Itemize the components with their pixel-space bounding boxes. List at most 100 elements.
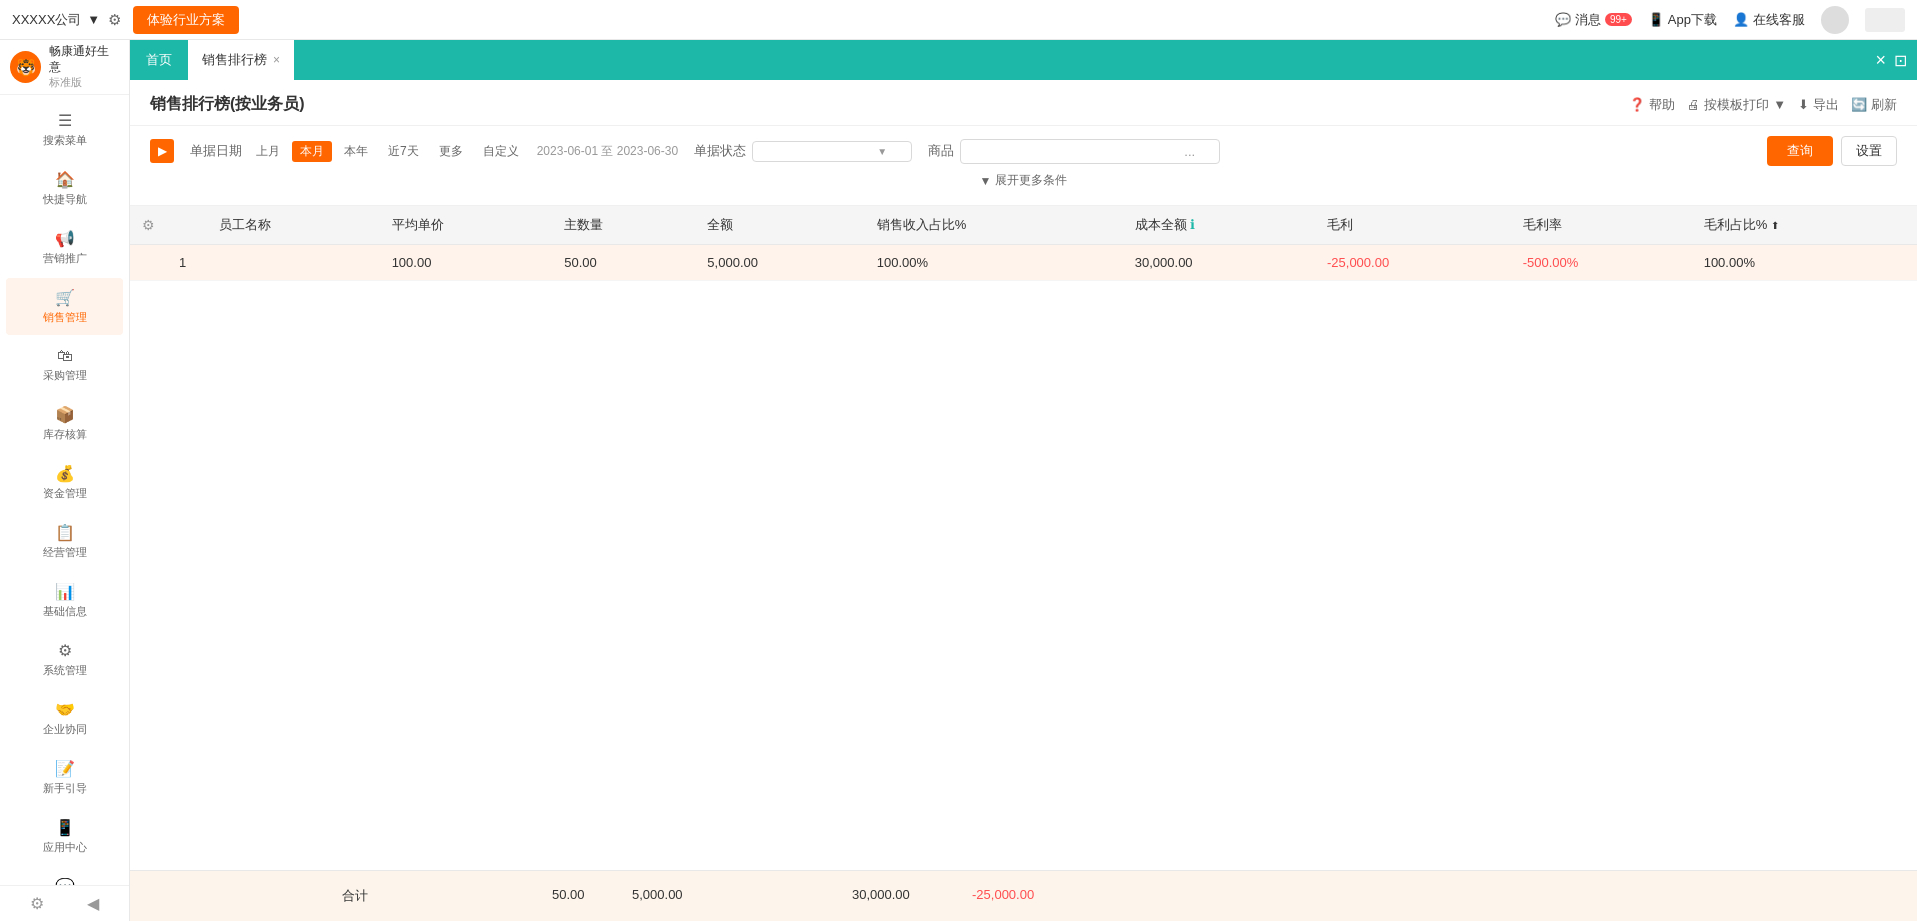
sidebar: 🐯 畅康通好生意 标准版 ☰ 搜索菜单 🏠 快捷导航 📢 营销推广 🛒 销售管理 <box>0 40 130 921</box>
finance-icon: 💰 <box>55 464 75 483</box>
window-restore-icon[interactable]: ⊡ <box>1894 51 1907 70</box>
company-name: XXXXX公司 <box>12 11 81 29</box>
help-button[interactable]: ❓ 帮助 <box>1629 96 1675 114</box>
table-row: 1 100.00 50.00 5,000.00 100.00% 30,000.0… <box>130 245 1917 281</box>
col-header-avg-price: 平均单价 <box>380 206 553 245</box>
footer-gross-profit: -25,000.00 <box>960 881 1060 911</box>
footer-cost-amount: 30,000.00 <box>840 881 960 911</box>
date-tab-custom[interactable]: 自定义 <box>475 141 527 162</box>
sidebar-bottom: ⚙ ◀ <box>0 885 129 921</box>
refresh-button[interactable]: 🔄 刷新 <box>1851 96 1897 114</box>
col-header-gross-pct: 毛利占比% ⬆ <box>1692 206 1917 245</box>
status-select[interactable]: ▼ <box>752 141 912 162</box>
enterprise-wechat-icon: 💬 <box>55 877 75 885</box>
expand-more-arrow-icon: ▼ <box>980 174 992 188</box>
cell-amount: 5,000.00 <box>695 245 864 281</box>
date-tab-this-month[interactable]: 本月 <box>292 141 332 162</box>
sidebar-item-quick-nav[interactable]: 🏠 快捷导航 <box>6 160 123 217</box>
tab-sales-ranking-label: 销售排行榜 <box>202 51 267 69</box>
company-arrow-icon: ▼ <box>87 12 100 27</box>
footer-sales-pct <box>720 881 840 911</box>
sidebar-item-search-order[interactable]: ☰ 搜索菜单 <box>6 101 123 158</box>
filter-area: ▶ 单据日期 上月 本月 本年 近7天 更多 自定义 2023- <box>130 126 1917 206</box>
sidebar-item-purchase-mgmt[interactable]: 🛍 采购管理 <box>6 337 123 393</box>
tab-close-icon[interactable]: × <box>273 53 280 67</box>
inventory-label: 库存核算 <box>43 427 87 442</box>
template-print-button[interactable]: 🖨 按模板打印 ▼ <box>1687 96 1786 114</box>
footer-row: 合计 50.00 5,000.00 30,000.00 -25,000.00 <box>130 881 1917 911</box>
sidebar-item-operations[interactable]: 📋 经营管理 <box>6 513 123 570</box>
sidebar-item-app-center[interactable]: 📱 应用中心 <box>6 808 123 865</box>
sidebar-item-enterprise-wechat[interactable]: 💬 企业微信 <box>6 867 123 885</box>
query-button[interactable]: 查询 <box>1767 136 1833 166</box>
print-icon: 🖨 <box>1687 97 1700 112</box>
goods-more-icon[interactable]: ... <box>1184 144 1195 159</box>
sales-mgmt-icon: 🛒 <box>55 288 75 307</box>
collapse-sidebar-icon[interactable]: ◀ <box>87 894 99 913</box>
guide-label: 新手引导 <box>43 781 87 796</box>
message-button[interactable]: 💬 消息 99+ <box>1555 11 1632 29</box>
user-name-area <box>1865 8 1905 32</box>
system-mgmt-label: 系统管理 <box>43 663 87 678</box>
date-tab-last-month[interactable]: 上月 <box>248 141 288 162</box>
sidebar-item-finance[interactable]: 💰 资金管理 <box>6 454 123 511</box>
expand-more-label: 展开更多条件 <box>995 172 1067 189</box>
date-tab-7days[interactable]: 近7天 <box>380 141 427 162</box>
date-tab-this-year[interactable]: 本年 <box>336 141 376 162</box>
app-icon: 📱 <box>1648 12 1664 27</box>
settings-icon[interactable]: ⚙ <box>108 11 121 29</box>
tab-home[interactable]: 首页 <box>130 40 188 80</box>
bottom-settings-icon[interactable]: ⚙ <box>30 894 44 913</box>
export-button[interactable]: ⬇ 导出 <box>1798 96 1839 114</box>
logo-area: 🐯 畅康通好生意 标准版 <box>0 40 129 95</box>
system-mgmt-icon: ⚙ <box>58 641 72 660</box>
content-area: 首页 销售排行榜 × × ⊡ 销售排行榜(按业务员) ❓ 帮助 <box>130 40 1917 921</box>
avatar[interactable] <box>1821 6 1849 34</box>
tab-sales-ranking[interactable]: 销售排行榜 × <box>188 40 294 80</box>
gross-pct-info-icon[interactable]: ⬆ <box>1771 220 1779 231</box>
cell-employee <box>207 245 380 281</box>
sales-mgmt-label: 销售管理 <box>43 310 87 325</box>
goods-select[interactable]: ... <box>960 139 1220 164</box>
search-order-icon: ☰ <box>58 111 72 130</box>
data-table: ⚙ 员工名称 平均单价 主数量 全额 销售收入占比% 成本全额 ℹ 毛利 毛利率… <box>130 206 1917 281</box>
page-content: 销售排行榜(按业务员) ❓ 帮助 🖨 按模板打印 ▼ ⬇ 导出 <box>130 80 1917 921</box>
page-title: 销售排行榜(按业务员) <box>150 94 305 115</box>
cell-avg-price: 100.00 <box>380 245 553 281</box>
sidebar-item-sales-mgmt[interactable]: 🛒 销售管理 <box>6 278 123 335</box>
online-service-button[interactable]: 👤 在线客服 <box>1733 11 1805 29</box>
col-header-sales-pct: 销售收入占比% <box>865 206 1123 245</box>
sidebar-item-guide[interactable]: 📝 新手引导 <box>6 749 123 806</box>
company-selector[interactable]: XXXXX公司 ▼ <box>12 11 100 29</box>
export-label: 导出 <box>1813 96 1839 114</box>
sidebar-item-inventory[interactable]: 📦 库存核算 <box>6 395 123 452</box>
table-header: ⚙ 员工名称 平均单价 主数量 全额 销售收入占比% 成本全额 ℹ 毛利 毛利率… <box>130 206 1917 245</box>
expand-more-button[interactable]: ▼ 展开更多条件 <box>980 172 1068 189</box>
cost-info-icon[interactable]: ℹ <box>1190 217 1195 232</box>
app-center-label: 应用中心 <box>43 840 87 855</box>
footer-amount: 5,000.00 <box>620 881 720 911</box>
message-label: 消息 <box>1575 11 1601 29</box>
sidebar-item-enterprise-collab[interactable]: 🤝 企业协同 <box>6 690 123 747</box>
trial-button[interactable]: 体验行业方案 <box>133 6 239 34</box>
app-download-button[interactable]: 📱 App下载 <box>1648 11 1717 29</box>
sidebar-item-marketing[interactable]: 📢 营销推广 <box>6 219 123 276</box>
filter-expand-arrow[interactable]: ▶ <box>150 139 174 163</box>
col-header-settings[interactable]: ⚙ <box>130 206 167 245</box>
window-close-icon[interactable]: × <box>1875 50 1886 71</box>
footer-main-qty: 50.00 <box>540 881 620 911</box>
footer-total-label: 合计 <box>330 881 460 911</box>
date-tab-more[interactable]: 更多 <box>431 141 471 162</box>
marketing-label: 营销推广 <box>43 251 87 266</box>
basic-info-icon: 📊 <box>55 582 75 601</box>
filter-settings-button[interactable]: 设置 <box>1841 136 1897 166</box>
status-select-arrow-icon: ▼ <box>877 146 887 157</box>
status-label: 单据状态 <box>694 142 746 160</box>
sidebar-item-basic-info[interactable]: 📊 基础信息 <box>6 572 123 629</box>
sidebar-item-system-mgmt[interactable]: ⚙ 系统管理 <box>6 631 123 688</box>
export-icon: ⬇ <box>1798 97 1809 112</box>
col-settings-icon[interactable]: ⚙ <box>142 217 155 233</box>
date-filter: 单据日期 上月 本月 本年 近7天 更多 自定义 2023-06-01 至 20… <box>190 141 678 162</box>
purchase-mgmt-label: 采购管理 <box>43 368 87 383</box>
filter-right-actions: 查询 设置 <box>1767 136 1897 166</box>
